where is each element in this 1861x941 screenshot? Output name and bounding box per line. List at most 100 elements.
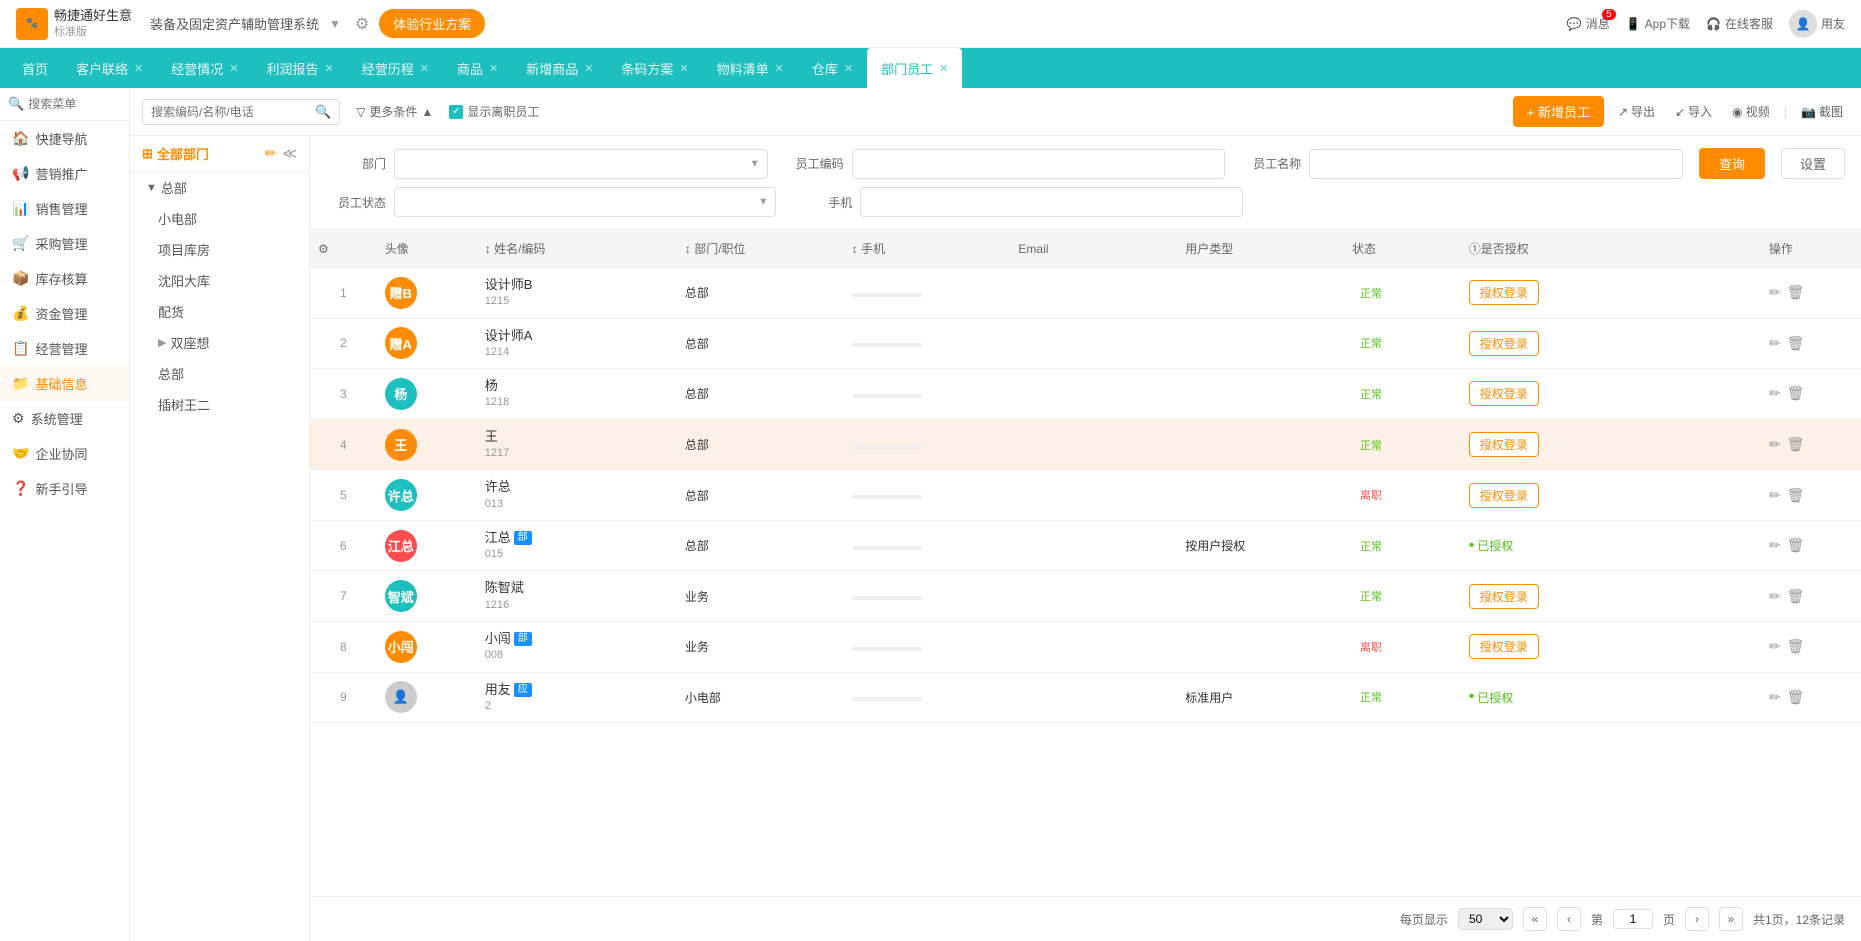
edit-btn[interactable]: ✏ xyxy=(1769,385,1781,402)
tab-operation[interactable]: 经营情况 ✕ xyxy=(157,48,252,88)
tab-employees[interactable]: 部门员工 ✕ xyxy=(867,48,962,88)
last-page-btn[interactable]: » xyxy=(1719,907,1743,931)
close-icon[interactable]: ✕ xyxy=(229,62,238,75)
close-icon[interactable]: ✕ xyxy=(679,62,688,75)
dept-node-shuangzuo[interactable]: ▶ 双座想 xyxy=(130,327,309,358)
close-icon[interactable]: ✕ xyxy=(325,62,334,75)
auth-login-btn[interactable]: 授权登录 xyxy=(1469,634,1539,659)
dept-node-zongbu-child[interactable]: 总部 xyxy=(130,358,309,389)
col-phone[interactable]: ↕ 手机 xyxy=(844,230,1011,268)
close-icon[interactable]: ✕ xyxy=(134,62,143,75)
auth-login-btn[interactable]: 授权登录 xyxy=(1469,280,1539,305)
tab-profit[interactable]: 利润报告 ✕ xyxy=(252,48,347,88)
print-btn[interactable]: 📷 截图 xyxy=(1795,99,1849,124)
sidebar-item-purchase[interactable]: 🛒 采购管理 xyxy=(0,226,129,261)
delete-btn[interactable]: 🗑 xyxy=(1787,638,1805,655)
sidebar-item-shortcut[interactable]: 🏠 快捷导航 xyxy=(0,121,129,156)
auth-login-btn[interactable]: 授权登录 xyxy=(1469,483,1539,508)
dept-node-peihuo[interactable]: 配货 xyxy=(130,296,309,327)
edit-dept-icon[interactable]: ✏ xyxy=(265,145,277,162)
sidebar-item-marketing[interactable]: 📢 营销推广 xyxy=(0,156,129,191)
dept-select[interactable] xyxy=(394,149,768,179)
view-btn[interactable]: ◉ 视频 xyxy=(1726,99,1776,124)
sidebar-item-system[interactable]: ⚙ 系统管理 xyxy=(0,401,129,436)
next-page-btn[interactable]: › xyxy=(1685,907,1709,931)
edit-btn[interactable]: ✏ xyxy=(1769,689,1781,706)
delete-btn[interactable]: 🗑 xyxy=(1787,689,1805,706)
edit-btn[interactable]: ✏ xyxy=(1769,436,1781,453)
dept-node-shenyang[interactable]: 沈阳大库 xyxy=(130,265,309,296)
col-name-code[interactable]: ↕ 姓名/编码 xyxy=(477,230,677,268)
emp-name-input[interactable] xyxy=(1309,149,1683,179)
sidebar-item-guide[interactable]: ❓ 新手引导 xyxy=(0,471,129,506)
tab-add-goods[interactable]: 新增商品 ✕ xyxy=(512,48,607,88)
dropdown-arrow-icon[interactable]: ▼ xyxy=(329,17,341,31)
search-submit-icon[interactable]: 🔍 xyxy=(315,104,331,120)
phone-input[interactable] xyxy=(860,187,1242,217)
user-area[interactable]: 👤 用友 xyxy=(1789,10,1845,38)
show-resigned-area[interactable]: ✓ 显示离职员工 xyxy=(449,103,539,120)
sidebar-item-sales[interactable]: 📊 销售管理 xyxy=(0,191,129,226)
message-btn[interactable]: 💬 消息 5 xyxy=(1567,15,1610,32)
dept-node-chashuwangr[interactable]: 插树王二 xyxy=(130,389,309,420)
edit-btn[interactable]: ✏ xyxy=(1769,588,1781,605)
dept-node-xiaodian[interactable]: 小电部 xyxy=(130,203,309,234)
dept-node-project[interactable]: 项目库房 xyxy=(130,234,309,265)
page-input[interactable] xyxy=(1613,909,1653,929)
tab-bom[interactable]: 物料清单 ✕ xyxy=(703,48,798,88)
sidebar-search-input[interactable] xyxy=(28,97,121,111)
auth-login-btn[interactable]: 授权登录 xyxy=(1469,584,1539,609)
edit-btn[interactable]: ✏ xyxy=(1769,487,1781,504)
close-icon[interactable]: ✕ xyxy=(775,62,784,75)
tab-customer[interactable]: 客户联络 ✕ xyxy=(62,48,157,88)
edit-btn[interactable]: ✏ xyxy=(1769,638,1781,655)
tab-process[interactable]: 经营历程 ✕ xyxy=(348,48,443,88)
edit-btn[interactable]: ✏ xyxy=(1769,537,1781,554)
delete-btn[interactable]: 🗑 xyxy=(1787,385,1805,402)
tab-goods[interactable]: 商品 ✕ xyxy=(443,48,512,88)
delete-btn[interactable]: 🗑 xyxy=(1787,588,1805,605)
trial-btn[interactable]: 体验行业方案 xyxy=(379,9,485,38)
first-page-btn[interactable]: « xyxy=(1523,907,1547,931)
edit-btn[interactable]: ✏ xyxy=(1769,284,1781,301)
sidebar-item-finance[interactable]: 💰 资金管理 xyxy=(0,296,129,331)
export-btn[interactable]: ↗ 导出 xyxy=(1612,99,1661,124)
filter-more-btn[interactable]: ▽ 更多条件 ▲ xyxy=(348,99,441,124)
delete-btn[interactable]: 🗑 xyxy=(1787,487,1805,504)
tab-warehouse[interactable]: 仓库 ✕ xyxy=(798,48,867,88)
sidebar-item-collab[interactable]: 🤝 企业协同 xyxy=(0,436,129,471)
close-icon[interactable]: ✕ xyxy=(420,62,429,75)
sidebar-item-inventory[interactable]: 📦 库存核算 xyxy=(0,261,129,296)
emp-code-input[interactable] xyxy=(852,149,1226,179)
sidebar-item-operation[interactable]: 📋 经营管理 xyxy=(0,331,129,366)
delete-btn[interactable]: 🗑 xyxy=(1787,537,1805,554)
close-icon[interactable]: ✕ xyxy=(844,62,853,75)
delete-btn[interactable]: 🗑 xyxy=(1787,284,1805,301)
delete-btn[interactable]: 🗑 xyxy=(1787,335,1805,352)
collapse-icon[interactable]: ≪ xyxy=(282,145,297,162)
online-service-btn[interactable]: 🎧 在线客服 xyxy=(1706,15,1773,32)
col-dept-pos[interactable]: ↕ 部门/职位 xyxy=(677,230,844,268)
tab-home[interactable]: 首页 xyxy=(8,48,62,88)
sidebar-item-basic[interactable]: 📁 基础信息 xyxy=(0,366,129,401)
close-icon[interactable]: ✕ xyxy=(584,62,593,75)
query-btn[interactable]: 查询 xyxy=(1699,148,1765,179)
per-page-select[interactable]: 50 20 100 xyxy=(1458,908,1513,930)
show-resigned-checkbox[interactable]: ✓ xyxy=(449,105,463,119)
auth-login-btn[interactable]: 授权登录 xyxy=(1469,432,1539,457)
close-icon[interactable]: ✕ xyxy=(939,62,948,75)
import-btn[interactable]: ↙ 导入 xyxy=(1669,99,1718,124)
edit-btn[interactable]: ✏ xyxy=(1769,335,1781,352)
col-settings[interactable]: ⚙ xyxy=(310,230,377,268)
emp-status-select[interactable] xyxy=(394,187,776,217)
delete-btn[interactable]: 🗑 xyxy=(1787,436,1805,453)
app-download-btn[interactable]: 📱 App下载 xyxy=(1626,15,1690,32)
tab-barcode[interactable]: 条码方案 ✕ xyxy=(607,48,702,88)
close-icon[interactable]: ✕ xyxy=(489,62,498,75)
gear-icon[interactable]: ⚙ xyxy=(355,14,369,34)
search-input[interactable] xyxy=(151,105,311,119)
prev-page-btn[interactable]: ‹ xyxy=(1557,907,1581,931)
dept-node-zongbu-parent[interactable]: ▼ 总部 xyxy=(130,172,309,203)
reset-btn[interactable]: 设置 xyxy=(1781,148,1845,179)
auth-login-btn[interactable]: 授权登录 xyxy=(1469,381,1539,406)
